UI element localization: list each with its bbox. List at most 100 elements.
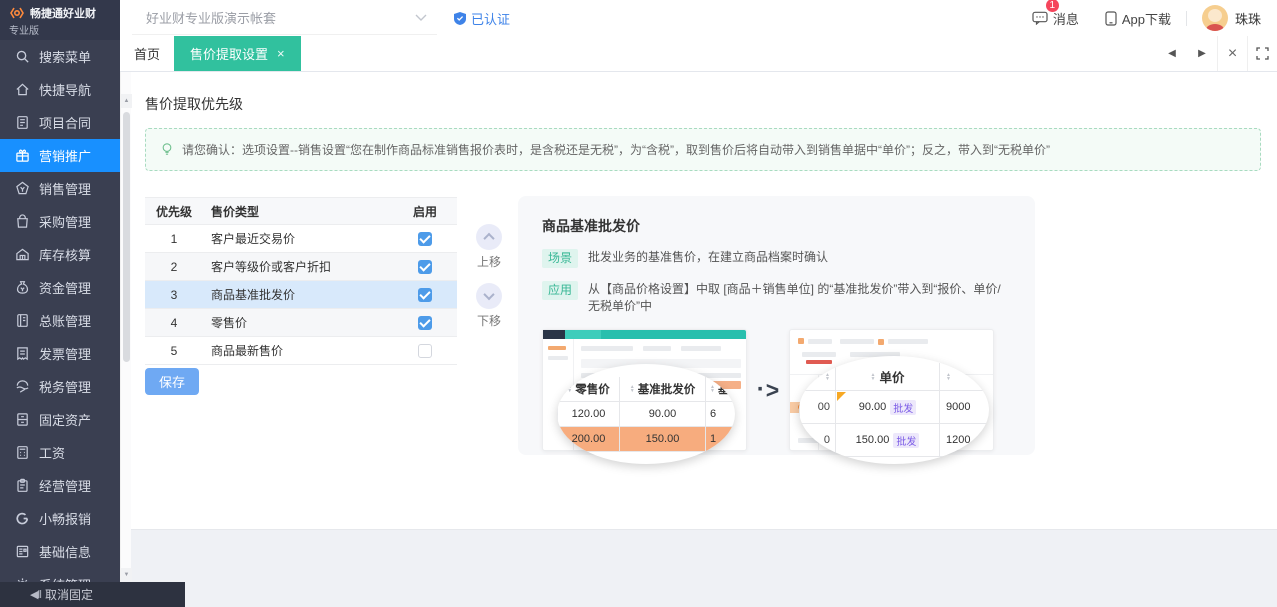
tab-label: 售价提取设置 <box>190 47 269 62</box>
col-base-wholesale-price: 基准批发价 <box>637 383 696 396</box>
app-logo: 畅捷通好业财 专业版 <box>0 0 120 40</box>
enabled-checkbox[interactable] <box>418 287 432 302</box>
account-set-selector[interactable]: 好业财专业版演示帐套 <box>132 1 437 35</box>
enabled-checkbox[interactable] <box>418 231 432 246</box>
sidebar-item-sales[interactable]: 销售管理 <box>0 172 120 205</box>
scrollbar-thumb[interactable] <box>123 112 130 362</box>
apply-text: 从【商品价格设置】中取 [商品＋销售单位] 的“基准批发价”带入到“报价、单价/… <box>588 282 1001 313</box>
sidebar-item-label: 基础信息 <box>39 545 92 560</box>
shield-check-icon <box>454 11 466 25</box>
enabled-checkbox[interactable] <box>418 343 432 358</box>
after-screenshot: 单价 00 90.00批发 9000 0 150.00批发 <box>789 329 994 464</box>
sidebar-item-quick-nav[interactable]: 快捷导航 <box>0 73 120 106</box>
col-header-priority: 优先级 <box>155 204 192 219</box>
table-row[interactable]: 5 商品最新售价 <box>145 337 457 365</box>
sidebar-item-search-menu[interactable]: 搜索菜单 <box>0 40 120 73</box>
money-bag-icon <box>16 281 29 294</box>
apply-tag: 应用 <box>542 281 579 300</box>
contract-icon <box>17 116 28 129</box>
sidebar-item-fixed-assets[interactable]: 固定资产 <box>0 403 120 436</box>
sidebar-item-general-ledger[interactable]: 总账管理 <box>0 304 120 337</box>
sidebar-item-label: 快捷导航 <box>39 83 92 98</box>
move-up-button[interactable] <box>476 224 502 250</box>
fullscreen-icon[interactable] <box>1247 36 1277 71</box>
sidebar-item-label: 税务管理 <box>39 380 92 395</box>
chanjet-logo-icon <box>10 7 24 19</box>
cell-priority: 4 <box>170 315 178 330</box>
move-up-label: 上移 <box>476 255 501 269</box>
sidebar-item-operations[interactable]: 经营管理 <box>0 469 120 502</box>
priority-table: 优先级 售价类型 启用 1 客户最近交易价 2 客户等级价或客户折扣 3 商品基… <box>145 197 457 365</box>
sidebar-scrollbar[interactable] <box>120 72 132 582</box>
save-button[interactable]: 保存 <box>145 368 199 395</box>
unpin-sidebar-button[interactable]: 取消固定 <box>0 582 185 607</box>
table-row[interactable]: 2 客户等级价或客户折扣 <box>145 253 457 281</box>
tab-home[interactable]: 首页 <box>120 36 174 71</box>
sidebar-item-label: 系统管理 <box>39 575 91 582</box>
sidebar-item-label: 经营管理 <box>39 479 92 494</box>
messages-button[interactable]: 消息 1 <box>1032 0 1079 28</box>
sidebar-item-tax[interactable]: 税务管理 <box>0 370 120 403</box>
close-tabs-icon[interactable] <box>1217 36 1247 71</box>
top-bar-right: 消息 1 App下载 珠珠 <box>1032 0 1277 31</box>
sidebar-item-system[interactable]: 系统管理 <box>0 568 120 582</box>
verified-label: 已认证 <box>471 11 511 27</box>
row-move-controls: 上移 下移 <box>467 224 511 329</box>
sales-badge-icon <box>16 181 29 195</box>
app-download-button[interactable]: App下载 <box>1105 9 1171 28</box>
top-bar: 好业财专业版演示帐套 已认证 消息 1 App下载 珠珠 <box>120 0 1277 36</box>
table-row-selected[interactable]: 3 商品基准批发价 <box>145 281 457 309</box>
cell-priority: 5 <box>170 343 178 358</box>
illustration-row: 零售价 基准批发价 基 120.00 90.00 6 200.00 <box>542 329 1011 464</box>
main-content: 售价提取优先级 请您确认：选项设置--销售设置“您在制作商品标准销售报价表时，是… <box>131 72 1277 607</box>
tip-banner: 请您确认：选项设置--销售设置“您在制作商品标准销售报价表时，是含税还是无税”，… <box>145 128 1261 171</box>
cell-value: 6 <box>705 401 735 427</box>
sort-icon <box>871 373 876 381</box>
col-retail-price: 零售价 <box>575 383 610 396</box>
app-download-label: App下载 <box>1121 11 1171 27</box>
sidebar-item-label: 工资 <box>39 446 66 461</box>
tip-text: 请您确认：选项设置--销售设置“您在制作商品标准销售报价表时，是含税还是无税”，… <box>182 143 1050 157</box>
info-doc-icon <box>16 545 29 558</box>
sidebar: 畅捷通好业财 专业版 搜索菜单 快捷导航 项目合同 营销推广 销售管理 采购管理… <box>0 0 120 582</box>
tab-scroll-left-icon[interactable] <box>1157 36 1187 71</box>
sidebar-item-invoice[interactable]: 发票管理 <box>0 337 120 370</box>
sidebar-item-project-contract[interactable]: 项目合同 <box>0 106 120 139</box>
sort-icon <box>630 385 635 393</box>
sort-icon <box>567 385 572 393</box>
tab-close-icon[interactable] <box>277 46 285 61</box>
scene-text: 批发业务的基准售价，在建立商品档案时确认 <box>588 250 829 264</box>
sidebar-item-funds[interactable]: 资金管理 <box>0 271 120 304</box>
sidebar-item-payroll[interactable]: 工资 <box>0 436 120 469</box>
sidebar-item-inventory[interactable]: 库存核算 <box>0 238 120 271</box>
scroll-down-icon[interactable] <box>121 568 132 582</box>
sort-icon <box>710 385 715 393</box>
enabled-checkbox[interactable] <box>418 259 432 274</box>
home-icon <box>16 83 29 96</box>
cabinet-icon <box>17 413 28 426</box>
cell-priority: 1 <box>170 231 178 246</box>
sidebar-item-marketing[interactable]: 营销推广 <box>0 139 120 172</box>
cell-price: 150.00 <box>855 434 890 446</box>
table-row[interactable]: 1 客户最近交易价 <box>145 225 457 253</box>
scroll-up-icon[interactable] <box>121 94 132 108</box>
user-menu[interactable]: 珠珠 <box>1201 5 1261 31</box>
sidebar-item-reimburse[interactable]: 小畅报销 <box>0 502 120 535</box>
cell-price-type: 商品最新售价 <box>211 344 284 358</box>
tab-scroll-right-icon[interactable] <box>1187 36 1217 71</box>
move-down-button[interactable] <box>476 283 502 309</box>
col-header-price-type: 售价类型 <box>211 204 260 219</box>
sidebar-item-basic-info[interactable]: 基础信息 <box>0 535 120 568</box>
sort-icon <box>825 373 830 381</box>
zoom-bubble-after: 单价 00 90.00批发 9000 0 150.00批发 <box>799 356 989 464</box>
table-row[interactable]: 4 零售价 <box>145 309 457 337</box>
cell-value: 150.00 <box>619 426 705 452</box>
chevron-down-icon <box>415 14 427 21</box>
unpin-icon <box>30 588 41 601</box>
logo-title: 畅捷通好业财 <box>30 8 96 20</box>
tab-price-extract-settings[interactable]: 售价提取设置 <box>174 36 301 71</box>
lightbulb-icon <box>162 143 172 155</box>
sidebar-item-purchase[interactable]: 采购管理 <box>0 205 120 238</box>
cell-price: 90.00 <box>858 401 887 413</box>
enabled-checkbox[interactable] <box>418 315 432 330</box>
